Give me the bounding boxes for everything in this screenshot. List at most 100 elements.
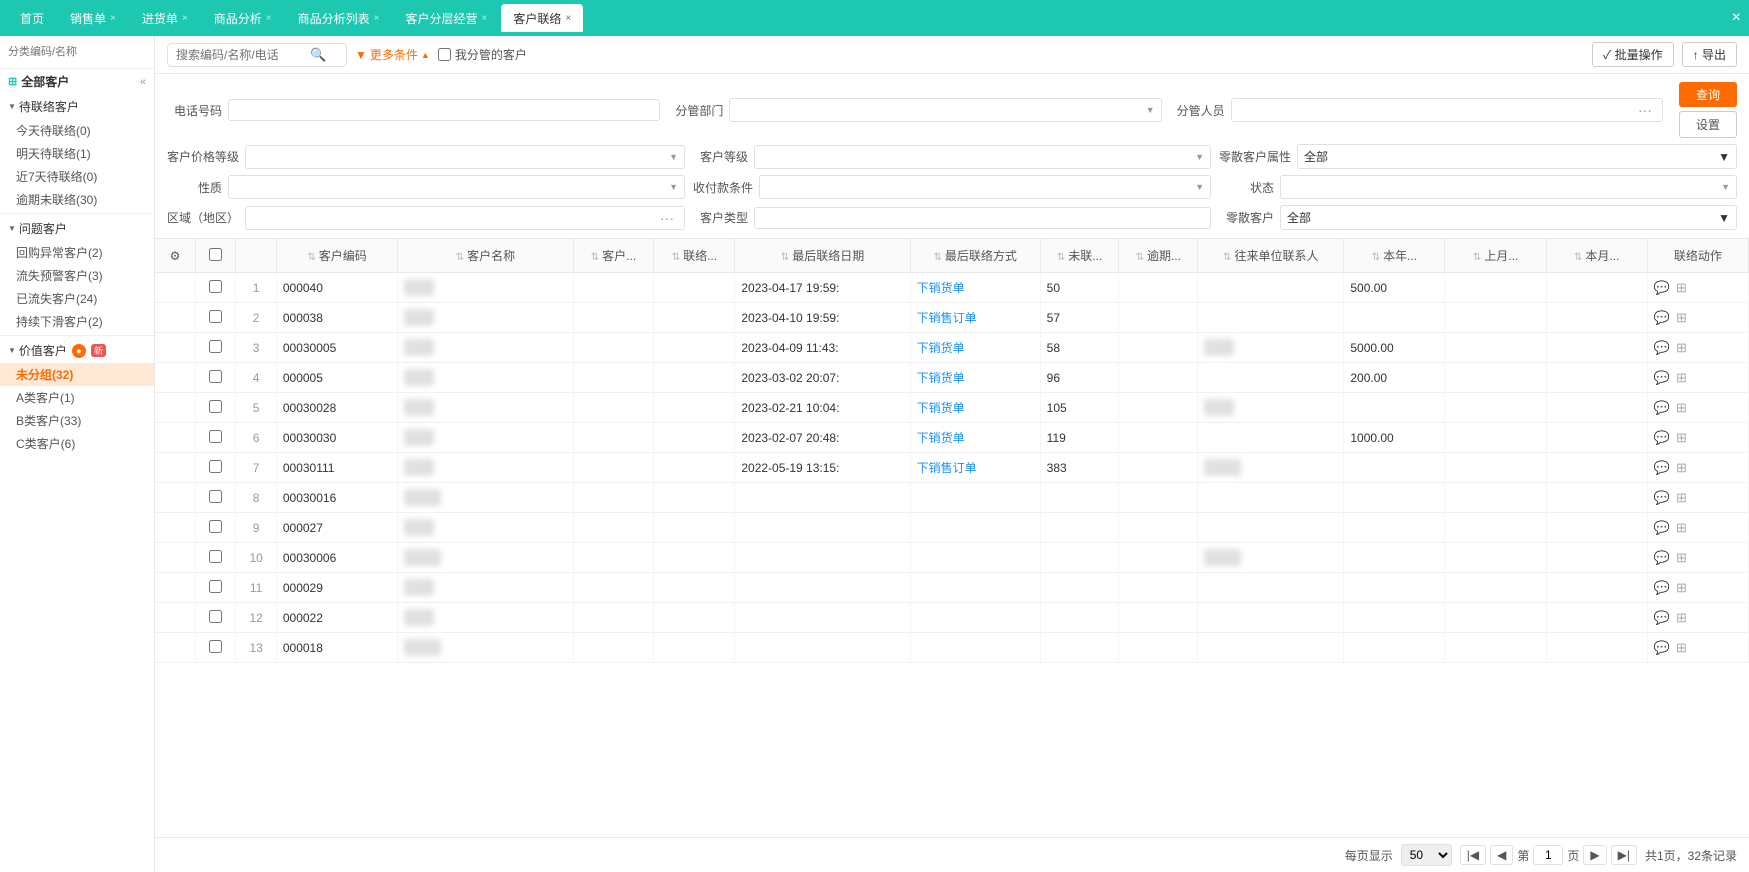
- row-contact-method-link[interactable]: 下销货单: [917, 401, 965, 415]
- search-input[interactable]: [176, 48, 306, 62]
- row-checkbox[interactable]: [209, 610, 222, 623]
- th-this-month[interactable]: ⇅本月...: [1546, 239, 1647, 273]
- row-grid-icon[interactable]: ⊞: [1676, 550, 1687, 566]
- row-chat-icon[interactable]: 💬: [1654, 310, 1670, 326]
- row-grid-icon[interactable]: ⊞: [1676, 490, 1687, 506]
- per-page-select[interactable]: 50 100 200: [1401, 844, 1452, 866]
- th-check[interactable]: [195, 239, 235, 273]
- tab-customer-segment-close[interactable]: ×: [481, 13, 487, 24]
- sidebar-group-problem[interactable]: ▼ 问题客户: [0, 216, 154, 241]
- sidebar-item-type-a[interactable]: A类客户(1): [0, 386, 154, 409]
- tab-customer-contact-close[interactable]: ×: [565, 13, 571, 24]
- tab-customer-contact[interactable]: 客户联络 ×: [501, 4, 583, 32]
- row-checkbox[interactable]: [209, 580, 222, 593]
- tab-product-analysis-list[interactable]: 商品分析列表 ×: [286, 4, 392, 32]
- row-chat-icon[interactable]: 💬: [1654, 460, 1670, 476]
- row-checkbox[interactable]: [209, 370, 222, 383]
- row-checkbox[interactable]: [209, 400, 222, 413]
- row-grid-icon[interactable]: ⊞: [1676, 310, 1687, 326]
- row-chat-icon[interactable]: 💬: [1654, 400, 1670, 416]
- row-contact-method-link[interactable]: 下销售订单: [917, 311, 977, 325]
- retail-customer-select[interactable]: 全部 ▼: [1280, 205, 1737, 230]
- row-chat-icon[interactable]: 💬: [1654, 370, 1670, 386]
- sidebar-item-declining[interactable]: 持续下滑客户(2): [0, 310, 154, 333]
- sidebar-all-customers[interactable]: ⊞ 全部客户 «: [0, 69, 154, 94]
- row-grid-icon[interactable]: ⊞: [1676, 460, 1687, 476]
- row-chat-icon[interactable]: 💬: [1654, 520, 1670, 536]
- sidebar-item-7days-pending[interactable]: 近7天待联络(0): [0, 165, 154, 188]
- tab-purchase[interactable]: 进货单 ×: [130, 4, 200, 32]
- row-contact-method-link[interactable]: 下销货单: [917, 431, 965, 445]
- nature-select[interactable]: ▼: [228, 175, 685, 199]
- row-grid-icon[interactable]: ⊞: [1676, 640, 1687, 656]
- tab-sales[interactable]: 销售单 ×: [58, 4, 128, 32]
- th-code[interactable]: ⇅客户编码: [276, 239, 397, 273]
- sidebar-group-pending[interactable]: ▼ 待联络客户: [0, 94, 154, 119]
- th-not-contact[interactable]: ⇅未联...: [1040, 239, 1119, 273]
- row-chat-icon[interactable]: 💬: [1654, 430, 1670, 446]
- row-grid-icon[interactable]: ⊞: [1676, 430, 1687, 446]
- th-gear[interactable]: ⚙: [155, 239, 195, 273]
- th-this-year[interactable]: ⇅本年...: [1344, 239, 1445, 273]
- sidebar-item-type-b[interactable]: B类客户(33): [0, 409, 154, 432]
- last-page-button[interactable]: ▶|: [1611, 845, 1637, 865]
- sidebar-search-input[interactable]: [8, 46, 150, 58]
- row-chat-icon[interactable]: 💬: [1654, 580, 1670, 596]
- row-chat-icon[interactable]: 💬: [1654, 280, 1670, 296]
- retail-attr-select[interactable]: 全部 ▼: [1297, 144, 1737, 169]
- tab-home[interactable]: 首页: [8, 4, 56, 32]
- row-grid-icon[interactable]: ⊞: [1676, 610, 1687, 626]
- window-close-button[interactable]: ×: [1732, 9, 1741, 27]
- row-contact-method-link[interactable]: 下销货单: [917, 371, 965, 385]
- row-checkbox[interactable]: [209, 460, 222, 473]
- row-grid-icon[interactable]: ⊞: [1676, 520, 1687, 536]
- first-page-button[interactable]: |◀: [1460, 845, 1486, 865]
- th-contact[interactable]: ⇅联络...: [654, 239, 735, 273]
- region-dots-button[interactable]: ···: [656, 210, 678, 226]
- th-name[interactable]: ⇅客户名称: [398, 239, 573, 273]
- price-level-select[interactable]: ▼: [245, 145, 685, 169]
- batch-operation-button[interactable]: ✓ 批量操作: [1592, 42, 1674, 67]
- prev-page-button[interactable]: ◀: [1490, 845, 1513, 865]
- customer-level-select[interactable]: ▼: [754, 145, 1211, 169]
- row-grid-icon[interactable]: ⊞: [1676, 340, 1687, 356]
- sidebar-item-churned[interactable]: 已流失客户(24): [0, 287, 154, 310]
- tab-product-analysis[interactable]: 商品分析 ×: [202, 4, 284, 32]
- sidebar-group-value[interactable]: ▼ 价值客户 ● 新: [0, 338, 154, 363]
- row-contact-method-link[interactable]: 下销货单: [917, 341, 965, 355]
- row-grid-icon[interactable]: ⊞: [1676, 370, 1687, 386]
- tab-product-analysis-close[interactable]: ×: [266, 13, 272, 24]
- th-last-contact-date[interactable]: ⇅最后联络日期: [735, 239, 910, 273]
- more-filters-button[interactable]: ▼ 更多条件 ▲: [355, 46, 430, 63]
- row-contact-method-link[interactable]: 下销售订单: [917, 461, 977, 475]
- row-contact-method-link[interactable]: 下销货单: [917, 281, 965, 295]
- tab-product-analysis-list-close[interactable]: ×: [374, 13, 380, 24]
- phone-input[interactable]: [228, 99, 660, 121]
- next-page-button[interactable]: ▶: [1583, 845, 1606, 865]
- my-customers-checkbox[interactable]: 我分管的客户: [438, 46, 527, 63]
- row-checkbox[interactable]: [209, 490, 222, 503]
- th-last-month[interactable]: ⇅上月...: [1445, 239, 1546, 273]
- th-last-contact-method[interactable]: ⇅最后联络方式: [910, 239, 1040, 273]
- th-type[interactable]: ⇅客户...: [573, 239, 654, 273]
- reset-button[interactable]: 设置: [1679, 111, 1737, 138]
- payment-select[interactable]: ▼: [759, 175, 1211, 199]
- row-grid-icon[interactable]: ⊞: [1676, 400, 1687, 416]
- manager-dots-button[interactable]: ···: [1634, 102, 1656, 118]
- row-chat-icon[interactable]: 💬: [1654, 340, 1670, 356]
- sidebar-item-type-c[interactable]: C类客户(6): [0, 432, 154, 455]
- sidebar-item-abnormal[interactable]: 回购异常客户(2): [0, 241, 154, 264]
- row-checkbox[interactable]: [209, 280, 222, 293]
- customer-type-input[interactable]: [754, 207, 1211, 229]
- row-chat-icon[interactable]: 💬: [1654, 490, 1670, 506]
- sidebar-collapse-icon[interactable]: «: [140, 76, 146, 88]
- row-checkbox[interactable]: [209, 340, 222, 353]
- sidebar-item-tomorrow-pending[interactable]: 明天待联络(1): [0, 142, 154, 165]
- row-chat-icon[interactable]: 💬: [1654, 640, 1670, 656]
- region-select[interactable]: ···: [245, 206, 685, 230]
- row-grid-icon[interactable]: ⊞: [1676, 580, 1687, 596]
- manager-select[interactable]: ···: [1231, 98, 1663, 122]
- query-button[interactable]: 查询: [1679, 82, 1737, 107]
- tab-sales-close[interactable]: ×: [110, 13, 116, 24]
- row-chat-icon[interactable]: 💬: [1654, 610, 1670, 626]
